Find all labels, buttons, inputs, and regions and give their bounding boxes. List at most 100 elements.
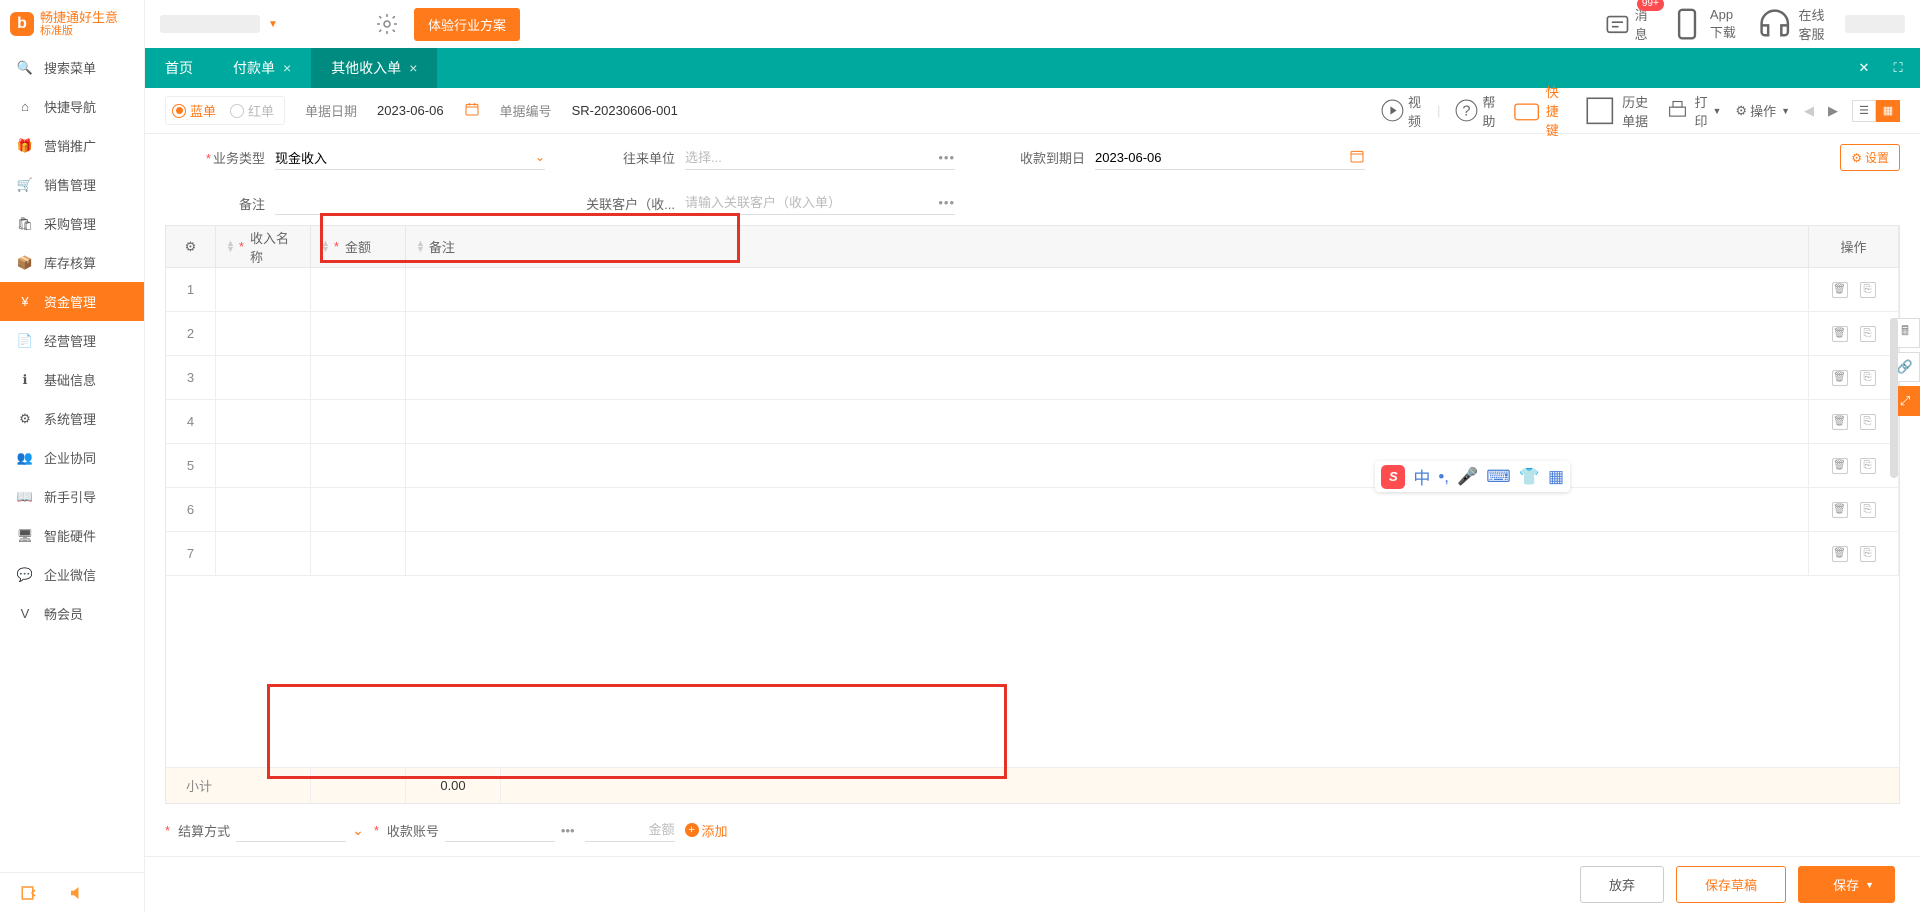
no-value: SR-20230606-001 <box>572 103 678 118</box>
scrollbar[interactable] <box>1890 318 1898 478</box>
tab-fullscreen-icon[interactable]: ⛶ <box>1886 56 1910 80</box>
tab-2[interactable]: 其他收入单× <box>311 48 437 88</box>
sidebar-item-3[interactable]: 🛒销售管理 <box>0 165 144 204</box>
row-copy-icon[interactable]: ⎘ <box>1860 502 1876 518</box>
sidebar-item-11[interactable]: 📖新手引导 <box>0 477 144 516</box>
sidebar-item-1[interactable]: ⌂快捷导航 <box>0 87 144 126</box>
sidebar-item-2[interactable]: 🎁营销推广 <box>0 126 144 165</box>
row-delete-icon[interactable]: 🗑 <box>1832 458 1848 474</box>
row-copy-icon[interactable]: ⎘ <box>1860 370 1876 386</box>
view-list-button[interactable]: ☰ <box>1852 100 1876 122</box>
sound-icon[interactable] <box>68 884 86 902</box>
settings-icon[interactable] <box>375 12 399 36</box>
user-avatar[interactable] <box>1845 15 1905 33</box>
save-draft-button[interactable]: 保存草稿 <box>1676 866 1786 903</box>
trial-button[interactable]: 体验行业方案 <box>414 8 520 41</box>
sidebar-item-6[interactable]: ¥资金管理 <box>0 282 144 321</box>
ime-toolbar[interactable]: S 中 •, 🎤 ⌨ 👕 ▦ <box>1375 461 1570 492</box>
date-value[interactable]: 2023-06-06 <box>377 103 444 118</box>
calendar-icon[interactable] <box>464 101 480 120</box>
row-copy-icon[interactable]: ⎘ <box>1860 546 1876 562</box>
ime-lang[interactable]: 中 <box>1413 464 1430 489</box>
biz-type-select[interactable]: ⌄ <box>275 146 545 170</box>
grid-config-icon[interactable]: ⚙ <box>166 226 216 267</box>
tab-close-icon[interactable]: × <box>409 60 417 76</box>
settings-button[interactable]: ⚙设置 <box>1840 144 1900 171</box>
sidebar-item-8[interactable]: ℹ基础信息 <box>0 360 144 399</box>
sidebar-item-9[interactable]: ⚙系统管理 <box>0 399 144 438</box>
sidebar-item-10[interactable]: 👥企业协同 <box>0 438 144 477</box>
add-settlement-button[interactable]: + 添加 <box>685 821 728 840</box>
remark-input[interactable] <box>275 191 545 215</box>
calendar-icon[interactable] <box>1349 148 1365 167</box>
row-delete-icon[interactable]: 🗑 <box>1832 546 1848 562</box>
abandon-button[interactable]: 放弃 <box>1580 866 1664 903</box>
sidebar-item-0[interactable]: 🔍搜索菜单 <box>0 48 144 87</box>
ime-toolbox-icon[interactable]: ▦ <box>1548 467 1564 487</box>
next-icon[interactable]: ▶ <box>1828 103 1838 119</box>
settle-amount-input[interactable] <box>585 818 675 842</box>
row-delete-icon[interactable]: 🗑 <box>1832 502 1848 518</box>
col-amount[interactable]: ▲▼*金额 <box>311 226 406 267</box>
org-selector[interactable]: ▼ <box>160 15 360 33</box>
settle-account-input[interactable] <box>445 818 555 842</box>
row-delete-icon[interactable]: 🗑 <box>1832 326 1848 342</box>
tab-1[interactable]: 付款单× <box>213 48 311 88</box>
save-button[interactable]: 保存▼ <box>1798 866 1895 903</box>
ime-keyboard-icon[interactable]: ⌨ <box>1486 467 1511 487</box>
sidebar-item-4[interactable]: 🛍采购管理 <box>0 204 144 243</box>
row-copy-icon[interactable]: ⎘ <box>1860 282 1876 298</box>
print-link[interactable]: 打印▼ <box>1664 92 1721 130</box>
party-select[interactable]: ••• <box>685 146 955 170</box>
ime-skin-icon[interactable]: 👕 <box>1519 467 1540 487</box>
ops-link[interactable]: ⚙操作▼ <box>1735 101 1790 120</box>
table-row[interactable]: 2 🗑 ⎘ <box>166 312 1899 356</box>
tab-0[interactable]: 首页 <box>145 48 213 88</box>
table-row[interactable]: 1 🗑 ⎘ <box>166 268 1899 312</box>
row-copy-icon[interactable]: ⎘ <box>1860 414 1876 430</box>
more-icon[interactable]: ••• <box>938 150 955 165</box>
tab-close-icon[interactable]: × <box>283 60 291 76</box>
service-link[interactable]: 在线客服 <box>1755 4 1827 43</box>
chevron-down-icon[interactable]: ⌄ <box>352 822 364 839</box>
subtotal-value: 0.00 <box>406 768 501 803</box>
sidebar-item-7[interactable]: 📄经营管理 <box>0 321 144 360</box>
history-link[interactable]: 历史单据 <box>1581 92 1650 130</box>
more-icon[interactable]: ••• <box>561 823 575 838</box>
col-name[interactable]: ▲▼*收入名称 <box>216 226 311 267</box>
app-download-link[interactable]: App下载 <box>1668 5 1737 43</box>
ime-logo-icon: S <box>1381 465 1405 489</box>
messages-link[interactable]: 消息 99+ <box>1604 5 1650 43</box>
ime-punct-icon[interactable]: •, <box>1438 467 1449 487</box>
red-radio[interactable]: 红单 <box>230 101 274 120</box>
sidebar-item-5[interactable]: 📦库存核算 <box>0 243 144 282</box>
settle-method-input[interactable] <box>236 818 346 842</box>
table-row[interactable]: 5 🗑 ⎘ <box>166 444 1899 488</box>
table-row[interactable]: 6 🗑 ⎘ <box>166 488 1899 532</box>
tab-close-all-icon[interactable]: ✕ <box>1852 56 1876 80</box>
row-copy-icon[interactable]: ⎘ <box>1860 458 1876 474</box>
blue-radio[interactable]: 蓝单 <box>172 101 216 120</box>
video-link[interactable]: 视频 <box>1380 92 1423 130</box>
sidebar-item-12[interactable]: 🖥智能硬件 <box>0 516 144 555</box>
ime-mic-icon[interactable]: 🎤 <box>1457 467 1478 487</box>
table-row[interactable]: 7 🗑 ⎘ <box>166 532 1899 576</box>
sidebar-item-13[interactable]: 💬企业微信 <box>0 555 144 594</box>
shortcut-link[interactable]: 快捷键 <box>1511 82 1567 139</box>
sidebar-item-14[interactable]: V畅会员 <box>0 594 144 633</box>
table-row[interactable]: 3 🗑 ⎘ <box>166 356 1899 400</box>
table-row[interactable]: 4 🗑 ⎘ <box>166 400 1899 444</box>
row-copy-icon[interactable]: ⎘ <box>1860 326 1876 342</box>
row-delete-icon[interactable]: 🗑 <box>1832 370 1848 386</box>
view-detail-button[interactable]: ▦ <box>1876 100 1900 122</box>
prev-icon[interactable]: ◀ <box>1804 103 1814 119</box>
row-delete-icon[interactable]: 🗑 <box>1832 282 1848 298</box>
col-remark[interactable]: ▲▼备注 <box>406 226 1809 267</box>
nav: 🔍搜索菜单⌂快捷导航🎁营销推广🛒销售管理🛍采购管理📦库存核算¥资金管理📄经营管理… <box>0 48 144 872</box>
row-delete-icon[interactable]: 🗑 <box>1832 414 1848 430</box>
help-link[interactable]: ?帮助 <box>1454 92 1497 130</box>
customer-input[interactable]: ••• <box>685 191 955 215</box>
more-icon[interactable]: ••• <box>938 195 955 210</box>
collapse-icon[interactable] <box>20 884 38 902</box>
due-date-input[interactable] <box>1095 146 1365 170</box>
